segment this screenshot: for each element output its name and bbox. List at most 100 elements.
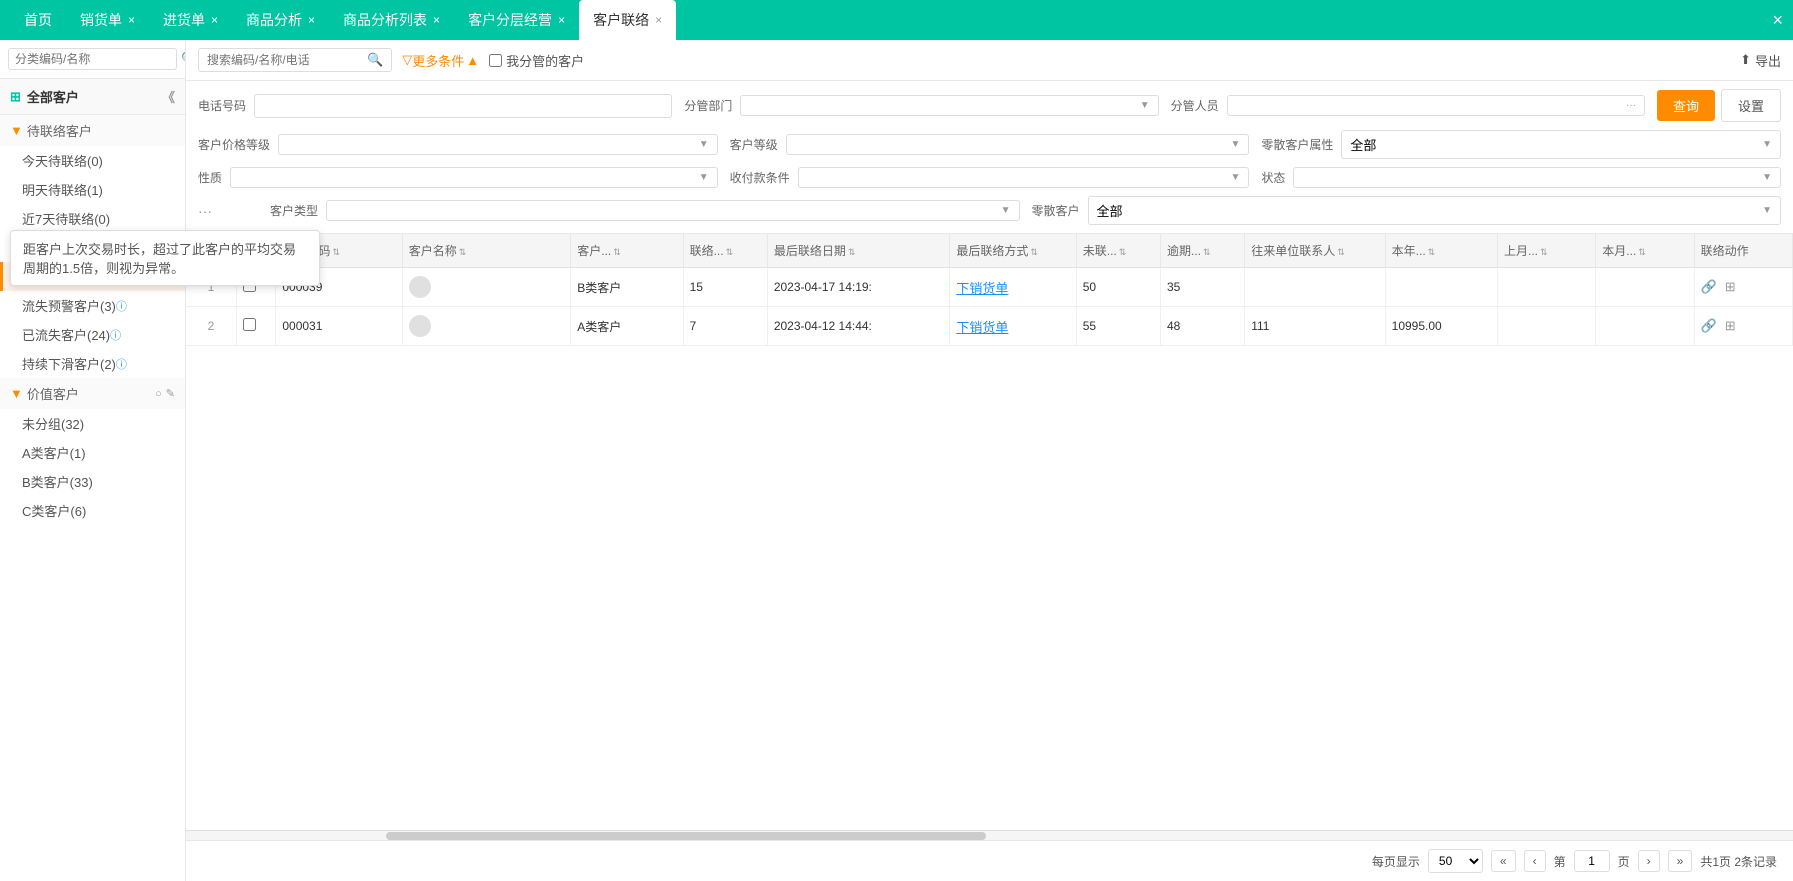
payment-select[interactable]: ▼ — [798, 167, 1250, 188]
status-select[interactable]: ▼ — [1293, 167, 1781, 188]
dept-select[interactable]: ▼ — [740, 95, 1158, 116]
prev-page-button[interactable]: ‹ — [1524, 850, 1546, 872]
pending-item[interactable]: 今天待联络(0) — [0, 146, 185, 175]
nav-item-客户分层经营[interactable]: 客户分层经营 × — [454, 0, 579, 40]
last-method-link[interactable]: 下销货单 — [956, 320, 1008, 335]
nav-close-icon[interactable]: × — [655, 13, 662, 27]
collapse-icon[interactable]: 《 — [162, 87, 175, 106]
info-icon[interactable]: ⓘ — [110, 327, 121, 343]
value-group-edit-icon[interactable]: ✎ — [166, 387, 175, 400]
my-customers-checkbox[interactable] — [489, 54, 502, 67]
pending-contact-label: 待联络客户 — [27, 121, 92, 140]
col-header-lastMonth[interactable]: 上月...⇅ — [1497, 234, 1595, 268]
share-icon[interactable]: ⊞ — [1725, 279, 1736, 295]
first-page-button[interactable]: « — [1491, 850, 1516, 872]
special-group-item[interactable]: 持续下滑客户(2) ⓘ — [0, 349, 185, 378]
nav-item-商品分析[interactable]: 商品分析 × — [232, 0, 329, 40]
main-search-icon[interactable]: 🔍 — [367, 52, 383, 68]
nav-item-客户联络[interactable]: 客户联络 × — [579, 0, 676, 40]
all-customers-title[interactable]: ⊞ 全部客户 《 — [0, 79, 185, 115]
page-input[interactable] — [1574, 850, 1610, 872]
last-method-link[interactable]: 下销货单 — [956, 281, 1008, 296]
filter-row-2: 客户价格等级 ▼ 客户等级 ▼ 零散客户属性 全部 — [198, 130, 1781, 159]
nav-close-icon[interactable]: × — [433, 13, 440, 27]
col-header-type[interactable]: 客户...⇅ — [571, 234, 683, 268]
sort-icon: ⇅ — [1030, 247, 1038, 257]
col-header-contact[interactable]: 联络...⇅ — [683, 234, 767, 268]
info-icon[interactable]: ⓘ — [116, 356, 127, 372]
col-header-thisMonth[interactable]: 本月...⇅ — [1596, 234, 1694, 268]
sort-icon: ⇅ — [848, 247, 856, 257]
per-page-select[interactable]: 50 100 200 — [1428, 849, 1483, 873]
horizontal-scrollbar[interactable] — [186, 830, 1793, 840]
more-conditions-button[interactable]: ▽ 更多条件 ▲ — [402, 51, 479, 70]
retail-cust-select[interactable]: 全部 ▼ — [1088, 196, 1781, 225]
next-page-button[interactable]: › — [1638, 850, 1660, 872]
value-item[interactable]: B类客户(33) — [0, 467, 185, 496]
value-item[interactable]: 未分组(32) — [0, 409, 185, 438]
row-checkbox[interactable] — [243, 318, 256, 331]
nav-item-首页[interactable]: 首页 — [10, 0, 66, 40]
nav-close-icon[interactable]: × — [558, 13, 565, 27]
retail-attr-select[interactable]: 全部 ▼ — [1341, 130, 1781, 159]
export-label: 导出 — [1755, 51, 1781, 70]
tooltip-text: 距客户上次交易时长，超过了此客户的平均交易周期的1.5倍，则视为异常。 — [23, 242, 296, 276]
value-customer-group[interactable]: ▼ 价值客户 ○ ✎ — [0, 378, 185, 409]
special-group-item[interactable]: 流失预警客户(3) ⓘ — [0, 291, 185, 320]
cell-settings: 2 — [186, 307, 237, 346]
filter-row-3: 性质 ▼ 收付款条件 ▼ 状态 — [198, 167, 1781, 188]
col-header-overdue[interactable]: 逾期...⇅ — [1160, 234, 1244, 268]
pending-item[interactable]: 近7天待联络(0) — [0, 204, 185, 233]
nav-item-商品分析列表[interactable]: 商品分析列表 × — [329, 0, 454, 40]
person-select[interactable]: ··· — [1227, 95, 1645, 116]
last-page-button[interactable]: » — [1668, 850, 1693, 872]
share-icon[interactable]: ⊞ — [1725, 318, 1736, 334]
info-icon[interactable]: ⓘ — [116, 298, 127, 314]
cust-type-select[interactable]: ▼ — [326, 200, 1019, 221]
filter-more-dots[interactable]: ··· — [198, 203, 212, 219]
query-button[interactable]: 查询 — [1657, 90, 1715, 121]
cell-thisYear: 10995.00 — [1385, 307, 1497, 346]
status-label: 状态 — [1261, 169, 1285, 186]
filter-row-4: ··· 客户类型 ▼ 零散客户 全部 ▼ — [198, 196, 1781, 225]
nav-close-icon[interactable]: × — [211, 13, 218, 27]
phone-input[interactable] — [254, 94, 672, 118]
window-close-button[interactable]: × — [1772, 10, 1783, 31]
per-page-label: 每页显示 — [1372, 853, 1420, 870]
col-header-lastMethod[interactable]: 最后联络方式⇅ — [950, 234, 1076, 268]
sort-icon: ⇅ — [1119, 247, 1127, 257]
filter-nature: 性质 ▼ — [198, 167, 718, 188]
phone-label: 电话号码 — [198, 97, 246, 114]
col-header-lastDate[interactable]: 最后联络日期⇅ — [767, 234, 950, 268]
value-group-circle-icon[interactable]: ○ — [155, 388, 162, 400]
col-header-contacts[interactable]: 往来单位联系人⇅ — [1245, 234, 1385, 268]
link-icon[interactable]: 🔗 — [1701, 279, 1717, 295]
content-area: 🔍 ▽ 更多条件 ▲ 我分管的客户 ⬆ 导出 电话号码 — [186, 40, 1793, 881]
nature-select[interactable]: ▼ — [230, 167, 718, 188]
link-icon[interactable]: 🔗 — [1701, 318, 1717, 334]
settings-button[interactable]: 设置 — [1721, 89, 1781, 122]
value-item[interactable]: A类客户(1) — [0, 438, 185, 467]
col-header-thisYear[interactable]: 本年...⇅ — [1385, 234, 1497, 268]
triangle-icon: ▼ — [10, 123, 23, 138]
table-area: ⚙客户编码⇅客户名称⇅客户...⇅联络...⇅最后联络日期⇅最后联络方式⇅未联.… — [186, 234, 1793, 830]
price-level-select[interactable]: ▼ — [278, 134, 718, 155]
special-group-item[interactable]: 已流失客户(24) ⓘ — [0, 320, 185, 349]
value-group-actions: ○ ✎ — [155, 387, 175, 400]
col-header-name[interactable]: 客户名称⇅ — [402, 234, 571, 268]
main-search-input[interactable] — [207, 53, 367, 67]
value-item[interactable]: C类客户(6) — [0, 496, 185, 525]
pending-contact-group[interactable]: ▼ 待联络客户 — [0, 115, 185, 146]
nav-close-icon[interactable]: × — [308, 13, 315, 27]
cell-lastDate: 2023-04-12 14:44: — [767, 307, 950, 346]
nav-item-进货单[interactable]: 进货单 × — [149, 0, 232, 40]
col-header-unpaid[interactable]: 未联...⇅ — [1076, 234, 1160, 268]
export-button[interactable]: ⬆ 导出 — [1740, 51, 1781, 70]
table-header-row: ⚙客户编码⇅客户名称⇅客户...⇅联络...⇅最后联络日期⇅最后联络方式⇅未联.… — [186, 234, 1793, 268]
pending-item[interactable]: 明天待联络(1) — [0, 175, 185, 204]
cust-level-select[interactable]: ▼ — [786, 134, 1250, 155]
grid-icon: ⊞ — [10, 89, 21, 105]
nav-item-销货单[interactable]: 销货单 × — [66, 0, 149, 40]
nav-close-icon[interactable]: × — [128, 13, 135, 27]
sidebar-search-input[interactable] — [8, 48, 177, 70]
